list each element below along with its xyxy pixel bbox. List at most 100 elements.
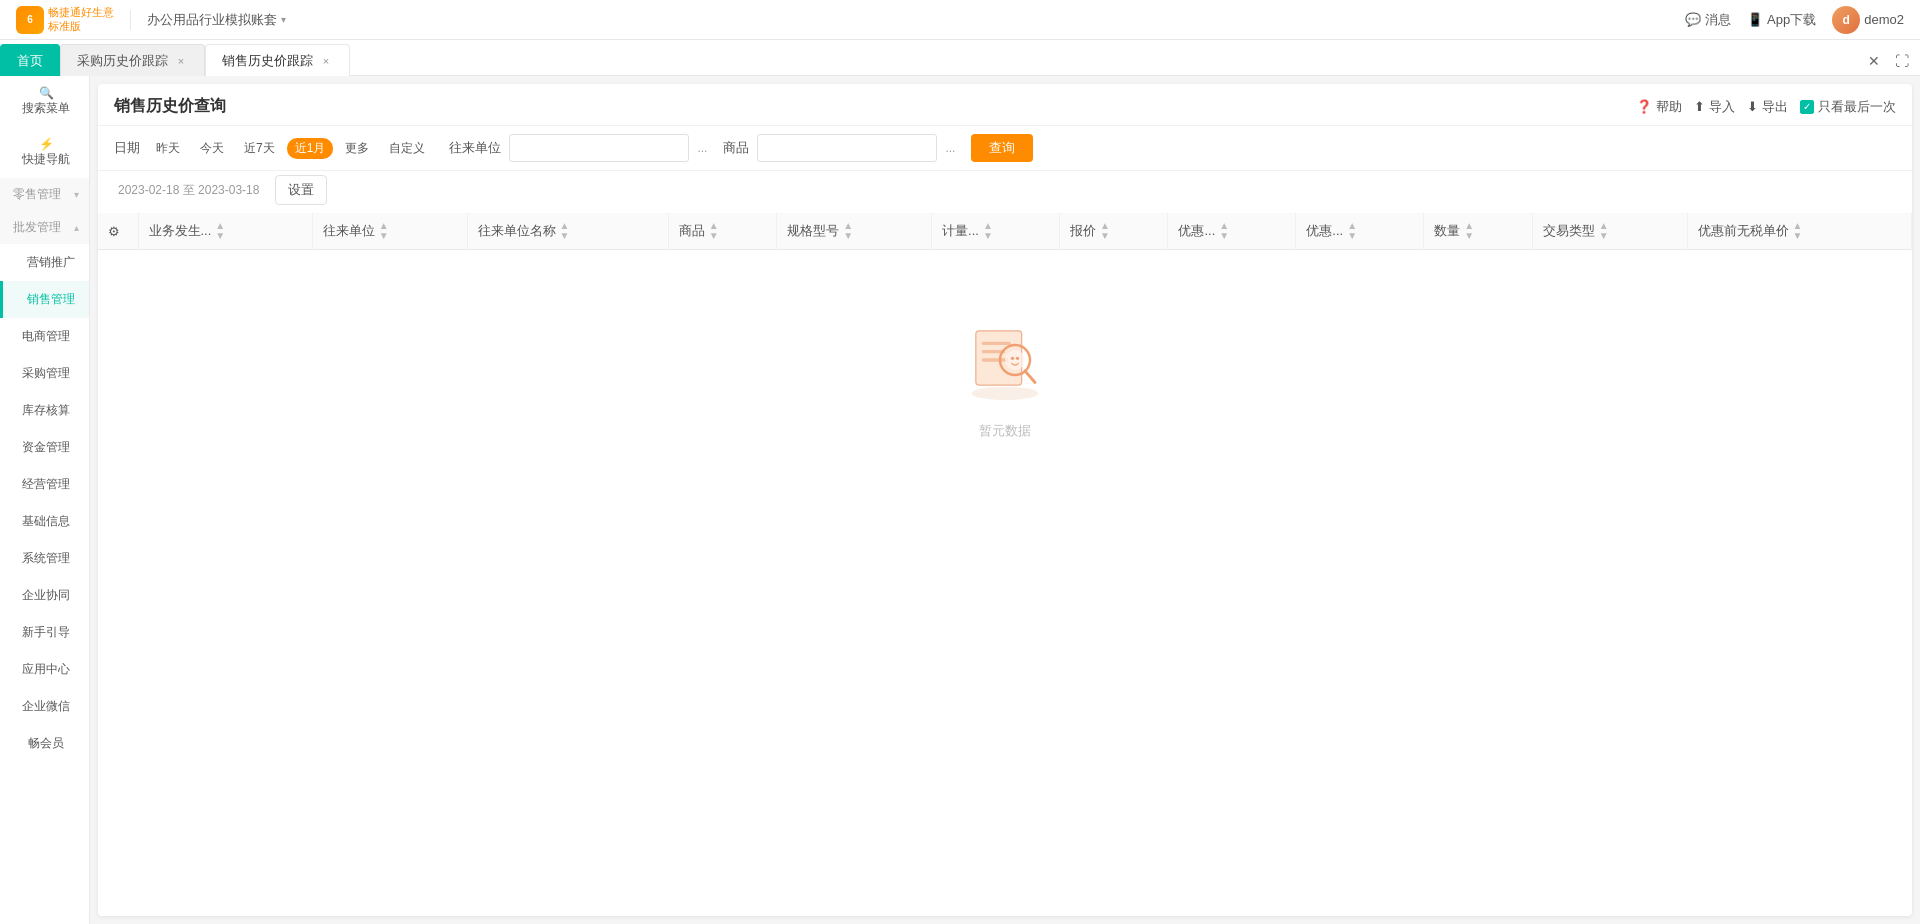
th-trade-type[interactable]: 交易类型 ▲▼	[1532, 213, 1687, 250]
export-button[interactable]: ⬇ 导出	[1747, 98, 1788, 116]
sidebar-item-search[interactable]: 🔍 搜索菜单	[0, 76, 89, 127]
sidebar-section-retail[interactable]: 零售管理 ▾	[0, 178, 89, 211]
sort-icon-product: ▲▼	[709, 221, 719, 241]
sidebar-item-guide[interactable]: 新手引导	[0, 614, 89, 651]
data-table: ⚙ 业务发生... ▲▼ 往来单位	[98, 213, 1912, 250]
empty-state: 暂元数据	[98, 250, 1912, 500]
sidebar-item-sales-mgmt[interactable]: 销售管理	[0, 281, 89, 318]
main-layout: 🔍 搜索菜单 ⚡ 快捷导航 零售管理 ▾ 批发管理 ▴ 营销推广 销售管理 电商…	[0, 76, 1920, 924]
date-label: 日期	[114, 139, 140, 157]
sidebar-item-ecommerce[interactable]: 电商管理	[0, 318, 89, 355]
sidebar-vip-label: 畅会员	[28, 735, 64, 752]
th-qty[interactable]: 数量 ▲▼	[1424, 213, 1533, 250]
th-quote-label: 报价	[1070, 222, 1096, 240]
sidebar-item-operations[interactable]: 经营管理	[0, 466, 89, 503]
product-more-button[interactable]: ...	[945, 141, 955, 155]
sidebar-item-system[interactable]: 系统管理	[0, 540, 89, 577]
sidebar-ecommerce-label: 电商管理	[22, 328, 70, 345]
th-discount1[interactable]: 优惠... ▲▼	[1168, 213, 1296, 250]
workspace-name: 办公用品行业模拟账套	[147, 11, 277, 29]
partner-more-button[interactable]: ...	[697, 141, 707, 155]
close-window-button[interactable]: ✕	[1864, 51, 1884, 71]
th-gear[interactable]: ⚙	[98, 213, 138, 250]
sidebar-item-purchase[interactable]: 采购管理	[0, 355, 89, 392]
sidebar-app-center-label: 应用中心	[22, 661, 70, 678]
only-last-checkbox[interactable]: ✓ 只看最后一次	[1800, 98, 1896, 116]
date-yesterday[interactable]: 昨天	[148, 138, 188, 159]
svg-point-6	[1005, 350, 1025, 370]
th-quote[interactable]: 报价 ▲▼	[1059, 213, 1168, 250]
avatar: d	[1832, 6, 1860, 34]
date-today[interactable]: 今天	[192, 138, 232, 159]
import-button[interactable]: ⬆ 导入	[1694, 98, 1735, 116]
date-options: 昨天 今天 近7天 近1月 更多 自定义	[148, 138, 433, 159]
th-unit[interactable]: 计量... ▲▼	[932, 213, 1060, 250]
sidebar-system-label: 系统管理	[22, 550, 70, 567]
empty-icon	[955, 310, 1055, 410]
th-partner-code-label: 往来单位	[323, 222, 375, 240]
th-pretax-price[interactable]: 优惠前无税单价 ▲▼	[1687, 213, 1911, 250]
app-download-label: App下载	[1767, 11, 1816, 29]
message-button[interactable]: 💬 消息	[1685, 11, 1731, 29]
th-partner-name[interactable]: 往来单位名称 ▲▼	[467, 213, 668, 250]
settings-button[interactable]: 设置	[275, 175, 327, 205]
empty-text: 暂元数据	[979, 422, 1031, 440]
th-discount2[interactable]: 优惠... ▲▼	[1296, 213, 1424, 250]
sidebar-wechat-label: 企业微信	[22, 698, 70, 715]
th-biz-date[interactable]: 业务发生... ▲▼	[138, 213, 312, 250]
svg-rect-4	[982, 358, 1009, 361]
date-custom[interactable]: 自定义	[381, 138, 433, 159]
tab-purchase-label: 采购历史价跟踪	[77, 52, 168, 70]
only-last-label: 只看最后一次	[1818, 98, 1896, 116]
sidebar-item-enterprise[interactable]: 企业协同	[0, 577, 89, 614]
sort-icon-spec: ▲▼	[843, 221, 853, 241]
partner-input[interactable]	[509, 134, 689, 162]
date-more[interactable]: 更多	[337, 138, 377, 159]
table-container: ⚙ 业务发生... ▲▼ 往来单位	[98, 213, 1912, 916]
filter-row2: 2023-02-18 至 2023-03-18 设置	[98, 171, 1912, 213]
th-product[interactable]: 商品 ▲▼	[668, 213, 777, 250]
page-actions: ❓ 帮助 ⬆ 导入 ⬇ 导出 ✓ 只看最后一次	[1636, 98, 1896, 116]
maximize-window-button[interactable]: ⛶	[1892, 51, 1912, 71]
tab-purchase-history[interactable]: 采购历史价跟踪 ×	[60, 44, 205, 76]
query-button[interactable]: 查询	[971, 134, 1033, 162]
help-icon: ❓	[1636, 99, 1652, 114]
sidebar-item-marketing[interactable]: 营销推广	[0, 244, 89, 281]
sidebar-item-inventory[interactable]: 库存核算	[0, 392, 89, 429]
th-discount1-label: 优惠...	[1178, 222, 1215, 240]
sidebar-section-wholesale[interactable]: 批发管理 ▴	[0, 211, 89, 244]
tab-sales-close[interactable]: ×	[319, 54, 333, 68]
content-area: 销售历史价查询 ❓ 帮助 ⬆ 导入 ⬇ 导出 ✓	[90, 76, 1920, 924]
sort-icon-quote: ▲▼	[1100, 221, 1110, 241]
sidebar-item-app-center[interactable]: 应用中心	[0, 651, 89, 688]
user-profile[interactable]: d demo2	[1832, 6, 1904, 34]
svg-point-9	[1016, 357, 1019, 360]
filter-bar: 日期 昨天 今天 近7天 近1月 更多 自定义 往来单位 ...	[98, 126, 1912, 171]
workspace-selector[interactable]: 办公用品行业模拟账套 ▾	[147, 11, 286, 29]
sort-icon-qty: ▲▼	[1464, 221, 1474, 241]
tab-home[interactable]: 首页	[0, 44, 60, 76]
sidebar-item-basic-info[interactable]: 基础信息	[0, 503, 89, 540]
sidebar-quick-nav-label: 快捷导航	[22, 151, 70, 168]
date-range-display: 2023-02-18 至 2023-03-18	[118, 182, 259, 199]
sort-icon-partner-code: ▲▼	[379, 221, 389, 241]
sidebar-item-wechat[interactable]: 企业微信	[0, 688, 89, 725]
th-spec[interactable]: 规格型号 ▲▼	[777, 213, 932, 250]
help-label: 帮助	[1656, 98, 1682, 116]
product-input[interactable]	[757, 134, 937, 162]
sidebar-item-vip[interactable]: 畅会员	[0, 725, 89, 762]
tab-purchase-close[interactable]: ×	[174, 54, 188, 68]
date-last7[interactable]: 近7天	[236, 138, 283, 159]
th-product-label: 商品	[679, 222, 705, 240]
th-biz-date-label: 业务发生...	[149, 222, 212, 240]
sidebar-item-quick-nav[interactable]: ⚡ 快捷导航	[0, 127, 89, 178]
chevron-down-icon: ▾	[74, 189, 79, 200]
sidebar-item-finance[interactable]: 资金管理	[0, 429, 89, 466]
th-partner-code[interactable]: 往来单位 ▲▼	[312, 213, 467, 250]
date-last1m[interactable]: 近1月	[287, 138, 334, 159]
tab-sales-history[interactable]: 销售历史价跟踪 ×	[205, 44, 350, 76]
import-label: 导入	[1709, 98, 1735, 116]
app-download-button[interactable]: 📱 App下载	[1747, 11, 1816, 29]
tab-bar-actions: ✕ ⛶	[1864, 51, 1920, 75]
help-button[interactable]: ❓ 帮助	[1636, 98, 1682, 116]
